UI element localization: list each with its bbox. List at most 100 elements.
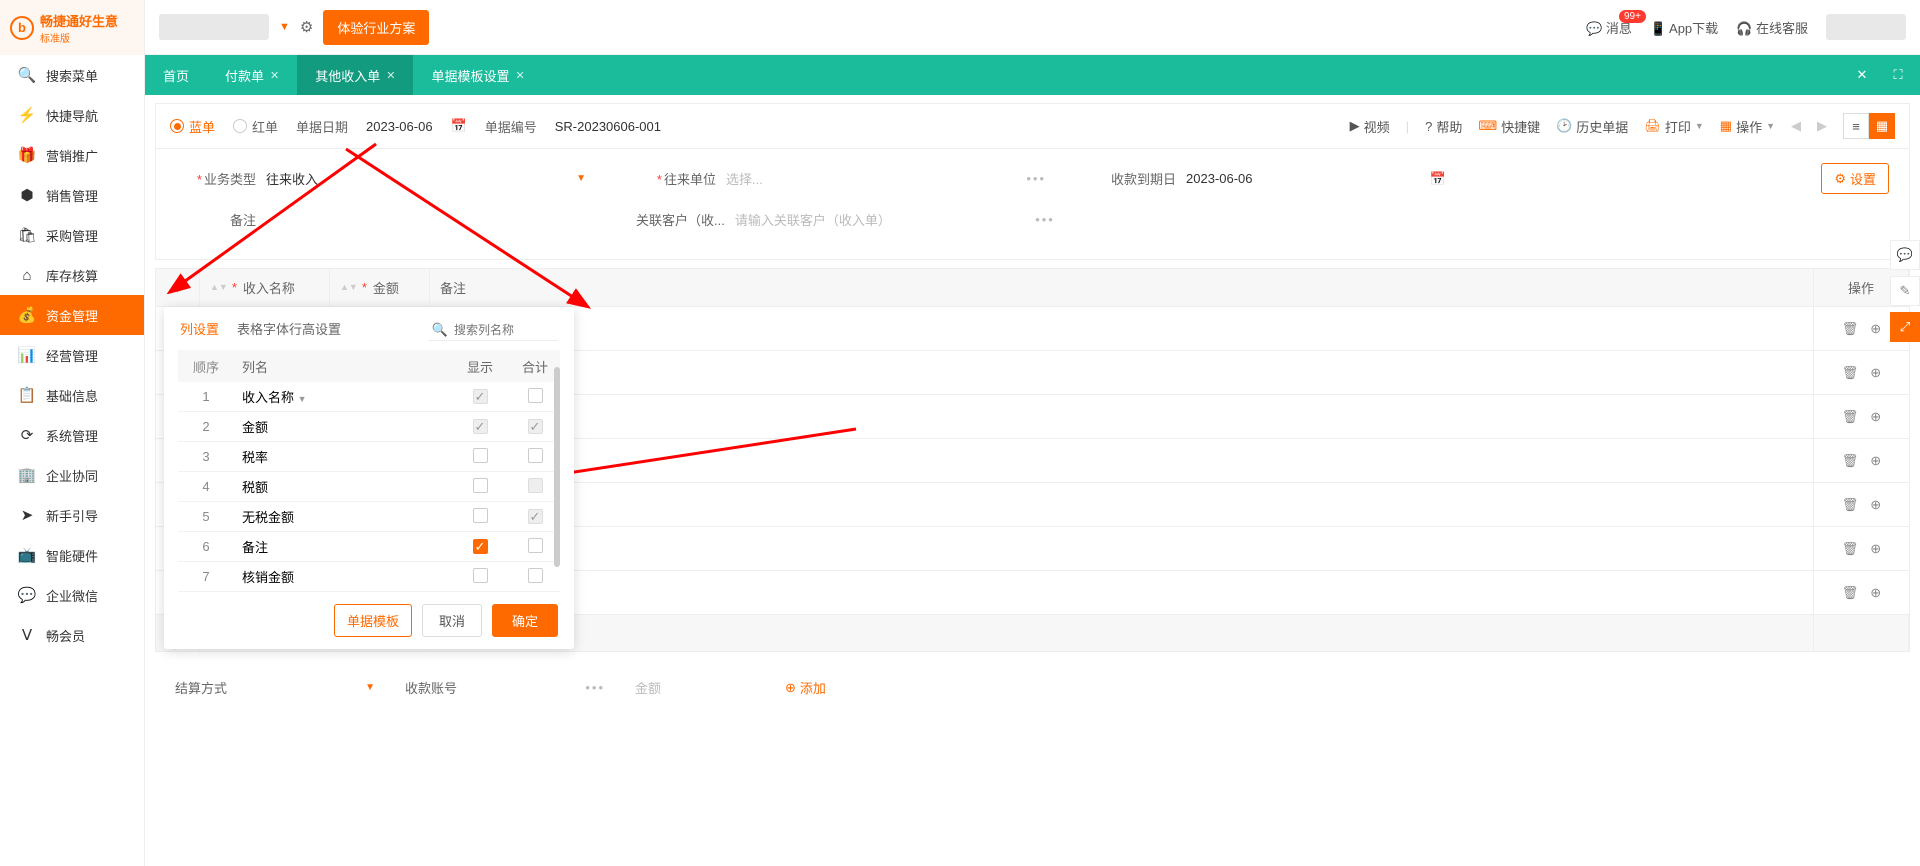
ops-link[interactable]: ▦操作▼	[1720, 117, 1775, 136]
close-icon[interactable]: ✕	[270, 69, 279, 82]
sidebar-item[interactable]: 💰资金管理	[0, 295, 144, 335]
tabbar: 首页付款单✕其他收入单✕单据模板设置✕ ✕ ⛶	[145, 55, 1920, 95]
delete-icon[interactable]: 🗑	[1842, 453, 1859, 469]
delete-icon[interactable]: 🗑	[1842, 497, 1859, 513]
radio-blue[interactable]: 蓝单	[170, 117, 215, 136]
cta-button[interactable]: 体验行业方案	[323, 10, 429, 45]
sidebar-item[interactable]: 📺智能硬件	[0, 535, 144, 575]
prev-icon[interactable]: ◀	[1791, 118, 1801, 134]
checkbox[interactable]	[528, 388, 543, 403]
copy-icon[interactable]: ⊕	[1870, 585, 1881, 601]
app-download-link[interactable]: 📱 App下载	[1650, 18, 1718, 37]
field-account[interactable]: 收款账号 •••	[405, 678, 605, 697]
sidebar-item[interactable]: Ⅴ畅会员	[0, 615, 144, 655]
code-label: 单据编号	[485, 117, 537, 136]
field-amount[interactable]: 金额	[635, 678, 755, 697]
print-link[interactable]: 🖨打印▼	[1644, 117, 1703, 136]
sidebar-item[interactable]: 🔍搜索菜单	[0, 55, 144, 95]
copy-icon[interactable]: ⊕	[1870, 453, 1881, 469]
help-link[interactable]: ?帮助	[1425, 117, 1462, 136]
chevron-down-icon[interactable]: ▼	[279, 21, 290, 33]
checkbox[interactable]	[528, 568, 543, 583]
field-unit[interactable]: *往来单位 选择...•••	[636, 169, 1056, 188]
field-biztype[interactable]: *业务类型 往来收入▼	[176, 169, 596, 188]
delete-icon[interactable]: 🗑	[1842, 409, 1859, 425]
close-all-icon[interactable]: ✕	[1848, 61, 1876, 89]
close-icon[interactable]: ✕	[516, 69, 525, 82]
delete-icon[interactable]: 🗑	[1842, 541, 1859, 557]
sidebar-item[interactable]: 🛍采购管理	[0, 215, 144, 255]
user-avatar[interactable]	[1826, 14, 1906, 40]
sidebar-item[interactable]: ⚡快捷导航	[0, 95, 144, 135]
copy-icon[interactable]: ⊕	[1870, 497, 1881, 513]
copy-icon[interactable]: ⊕	[1870, 409, 1881, 425]
field-customer[interactable]: 关联客户（收... 请输入关联客户（收入单）•••	[636, 210, 1056, 229]
field-settle[interactable]: 结算方式 ▼	[175, 678, 375, 697]
tab[interactable]: 付款单✕	[207, 55, 297, 95]
popup-tab-font[interactable]: 表格字体行高设置	[237, 319, 341, 342]
tab[interactable]: 其他收入单✕	[297, 55, 413, 95]
popup-scrollbar[interactable]	[554, 367, 560, 567]
float-expand-icon[interactable]: ⤢	[1890, 312, 1920, 342]
next-icon[interactable]: ▶	[1817, 118, 1827, 134]
org-selector[interactable]	[159, 14, 269, 40]
field-remark[interactable]: 备注	[176, 210, 596, 229]
copy-icon[interactable]: ⊕	[1870, 365, 1881, 381]
template-button[interactable]: 单据模板	[334, 604, 412, 637]
nav-icon: 📺	[18, 546, 36, 564]
tab[interactable]: 单据模板设置✕	[413, 55, 542, 95]
cancel-button[interactable]: 取消	[422, 604, 482, 637]
checkbox[interactable]	[473, 508, 488, 523]
gear-icon[interactable]: ⚙	[172, 280, 184, 296]
checkbox[interactable]	[473, 568, 488, 583]
history-link[interactable]: 🕑历史单据	[1556, 117, 1628, 136]
copy-icon[interactable]: ⊕	[1870, 321, 1881, 337]
video-link[interactable]: ▶视频	[1350, 117, 1390, 136]
sidebar-item[interactable]: ➤新手引导	[0, 495, 144, 535]
view-grid[interactable]: ▦	[1869, 113, 1895, 139]
popup-search[interactable]: 🔍	[428, 320, 558, 341]
main: ▼ ⚙ 体验行业方案 💬 消息 99+ 📱 App下载 🎧 在线客服 首页付款单…	[145, 0, 1920, 866]
keyboard-icon: ⌨	[1478, 118, 1497, 134]
sidebar-item[interactable]: 🎁营销推广	[0, 135, 144, 175]
delete-icon[interactable]: 🗑	[1842, 365, 1859, 381]
delete-icon[interactable]: 🗑	[1842, 585, 1859, 601]
popup-search-input[interactable]	[454, 323, 554, 337]
chevron-down-icon[interactable]: ▼	[298, 394, 307, 404]
sidebar-item[interactable]: 📋基础信息	[0, 375, 144, 415]
sidebar-item[interactable]: ⬢销售管理	[0, 175, 144, 215]
sidebar-item[interactable]: ⌂库存核算	[0, 255, 144, 295]
sidebar-item[interactable]: 💬企业微信	[0, 575, 144, 615]
close-icon[interactable]: ✕	[386, 69, 395, 82]
checkbox[interactable]	[528, 538, 543, 553]
checkbox[interactable]: ✓	[473, 539, 488, 554]
popup-tab-columns[interactable]: 列设置	[180, 319, 219, 342]
gear-icon[interactable]: ⚙	[300, 18, 313, 36]
float-edit-icon[interactable]: ✎	[1890, 276, 1920, 306]
ok-button[interactable]: 确定	[492, 604, 558, 637]
add-button[interactable]: ⊕添加	[785, 678, 826, 697]
sort-icon[interactable]: ▲▼	[210, 284, 228, 291]
sort-icon[interactable]: ▲▼	[340, 284, 358, 291]
delete-icon[interactable]: 🗑	[1842, 321, 1859, 337]
checkbox[interactable]	[473, 478, 488, 493]
shortcut-link[interactable]: ⌨快捷键	[1478, 117, 1540, 136]
settings-button[interactable]: ⚙设置	[1821, 163, 1889, 194]
sidebar-item[interactable]: 🏢企业协同	[0, 455, 144, 495]
date-value[interactable]: 2023-06-06	[366, 119, 433, 134]
nav-label: 搜索菜单	[46, 66, 98, 85]
sidebar-item[interactable]: ⟳系统管理	[0, 415, 144, 455]
view-list[interactable]: ≡	[1843, 113, 1869, 139]
checkbox[interactable]	[473, 448, 488, 463]
float-chat-icon[interactable]: 💬	[1890, 240, 1920, 270]
field-due[interactable]: 收款到期日 2023-06-06📅	[1096, 169, 1456, 188]
checkbox[interactable]	[528, 448, 543, 463]
copy-icon[interactable]: ⊕	[1870, 541, 1881, 557]
calendar-icon[interactable]: 📅	[451, 118, 467, 134]
tab[interactable]: 首页	[145, 55, 207, 95]
messages-link[interactable]: 💬 消息 99+	[1586, 18, 1632, 37]
radio-red[interactable]: 红单	[233, 117, 278, 136]
fullscreen-icon[interactable]: ⛶	[1884, 61, 1912, 89]
sidebar-item[interactable]: 📊经营管理	[0, 335, 144, 375]
service-link[interactable]: 🎧 在线客服	[1736, 18, 1808, 37]
